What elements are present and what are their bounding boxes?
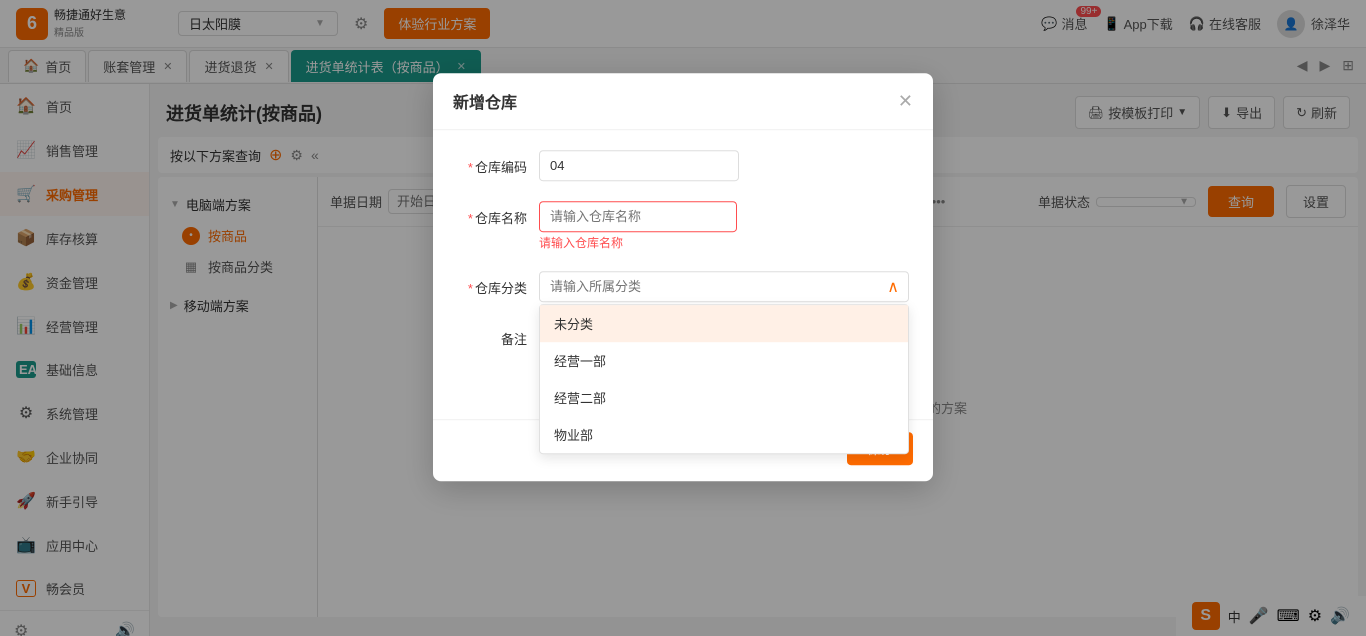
code-input[interactable] xyxy=(539,150,739,181)
form-row-code: 仓库编码 xyxy=(457,150,909,181)
category-select-wrap: ∧ 未分类 经营一部 经营二部 物业部 xyxy=(539,271,909,302)
dropdown-item-0[interactable]: 未分类 xyxy=(540,305,908,342)
dropdown-item-2[interactable]: 经营二部 xyxy=(540,379,908,416)
name-field-wrap: 请输入仓库名称 xyxy=(539,201,909,251)
note-label: 备注 xyxy=(457,322,527,348)
category-label: 仓库分类 xyxy=(457,271,527,297)
code-label: 仓库编码 xyxy=(457,150,527,176)
add-warehouse-modal: 新增仓库 ✕ 仓库编码 仓库名称 请输入仓库名称 仓库分类 ∧ 未分类 xyxy=(433,73,933,481)
category-dropdown: 未分类 经营一部 经营二部 物业部 xyxy=(539,304,909,454)
dropdown-item-3[interactable]: 物业部 xyxy=(540,416,908,453)
name-error-msg: 请输入仓库名称 xyxy=(539,234,909,251)
name-label: 仓库名称 xyxy=(457,201,527,227)
modal-header: 新增仓库 ✕ xyxy=(433,73,933,130)
form-row-name: 仓库名称 请输入仓库名称 xyxy=(457,201,909,251)
category-input[interactable] xyxy=(539,271,909,302)
modal-close-icon[interactable]: ✕ xyxy=(898,92,913,110)
dropdown-item-1[interactable]: 经营一部 xyxy=(540,342,908,379)
modal-title: 新增仓库 xyxy=(453,89,517,113)
form-row-category: 仓库分类 ∧ 未分类 经营一部 经营二部 物业部 xyxy=(457,271,909,302)
category-arrow-icon[interactable]: ∧ xyxy=(887,277,899,297)
name-input[interactable] xyxy=(539,201,737,232)
modal-body: 仓库编码 仓库名称 请输入仓库名称 仓库分类 ∧ 未分类 经营一部 经营二部 xyxy=(433,130,933,419)
